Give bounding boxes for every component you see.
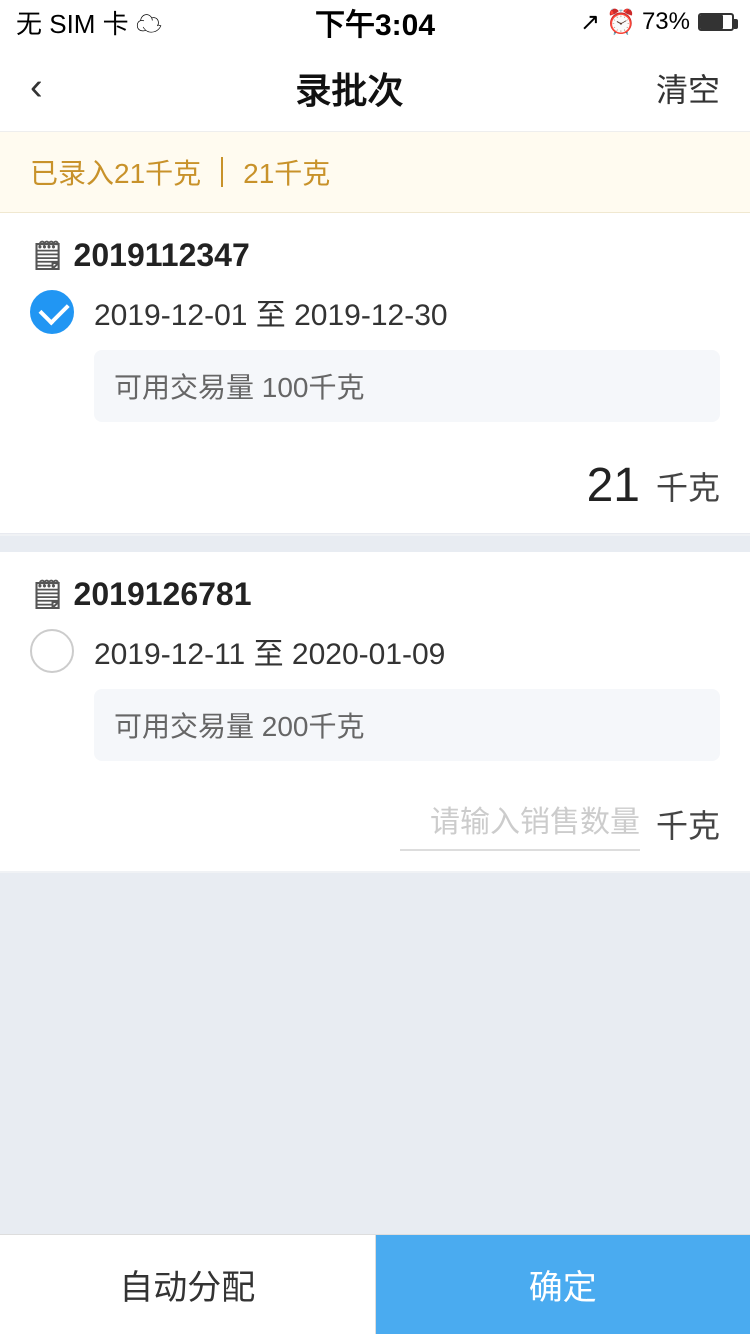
doc-icon-2: 🗒 bbox=[30, 578, 66, 611]
status-bar: 无 SIM 卡 ☁ 下午3:04 ↗ ⏰ 73% bbox=[0, 0, 750, 44]
status-right: ↗ ⏰ 73% bbox=[580, 8, 734, 37]
bottom-bar: 自动分配 确定 bbox=[0, 1234, 750, 1334]
auto-distribute-button[interactable]: 自动分配 bbox=[0, 1235, 376, 1334]
input-row-2: 请输入销售数量 千克 bbox=[0, 777, 750, 871]
direction-icon: ↗ bbox=[580, 8, 600, 37]
info-banner: 已录入21千克 21千克 bbox=[0, 132, 750, 213]
sim-label: 无 SIM 卡 ☁ bbox=[16, 4, 162, 41]
divider-1 bbox=[0, 536, 750, 552]
doc-icon-1: 🗒 bbox=[30, 239, 66, 272]
batch-qty-2: 可用交易量 200千克 bbox=[94, 689, 720, 761]
batch-date-2: 2019-12-11 至 2020-01-09 bbox=[94, 629, 445, 673]
amount-value-1: 21 bbox=[587, 458, 640, 513]
batch-header-1: 🗒 2019112347 bbox=[0, 213, 750, 286]
batch-card-2: 🗒 2019126781 2019-12-11 至 2020-01-09 可用交… bbox=[0, 552, 750, 871]
battery-label: 73% bbox=[642, 8, 690, 36]
amount-input-wrapper: 21 bbox=[587, 458, 640, 513]
batch-qty-1: 可用交易量 100千克 bbox=[94, 350, 720, 422]
batch-row-1[interactable]: 2019-12-01 至 2019-12-30 bbox=[0, 286, 750, 350]
alarm-icon: ⏰ bbox=[606, 8, 636, 37]
amount-unit-1: 千克 bbox=[656, 463, 720, 509]
batch-row-2[interactable]: 2019-12-11 至 2020-01-09 bbox=[0, 625, 750, 689]
nav-bar: ‹ 录批次 清空 bbox=[0, 44, 750, 132]
input-unit-2: 千克 bbox=[656, 801, 720, 847]
clear-button[interactable]: 清空 bbox=[656, 65, 720, 111]
batch-id-2: 🗒 2019126781 bbox=[30, 576, 252, 613]
radio-2[interactable] bbox=[30, 629, 74, 673]
batch-date-1: 2019-12-01 至 2019-12-30 bbox=[94, 290, 448, 334]
empty-area bbox=[0, 873, 750, 1273]
recorded-label: 已录入21千克 bbox=[30, 152, 201, 192]
batch-header-2: 🗒 2019126781 bbox=[0, 552, 750, 625]
battery-icon bbox=[698, 13, 734, 31]
radio-1[interactable] bbox=[30, 290, 74, 334]
info-divider bbox=[221, 157, 223, 187]
back-button[interactable]: ‹ bbox=[30, 66, 43, 109]
page-title: 录批次 bbox=[295, 62, 403, 114]
batch-id-1: 🗒 2019112347 bbox=[30, 237, 250, 274]
status-left: 无 SIM 卡 ☁ bbox=[16, 4, 162, 41]
qty-input-2[interactable]: 请输入销售数量 bbox=[400, 797, 640, 851]
status-time: 下午3:04 bbox=[315, 0, 435, 44]
total-label: 21千克 bbox=[243, 152, 330, 192]
batch-card-1: 🗒 2019112347 2019-12-01 至 2019-12-30 可用交… bbox=[0, 213, 750, 534]
amount-row-1: 21 千克 bbox=[0, 438, 750, 534]
confirm-button[interactable]: 确定 bbox=[376, 1235, 750, 1334]
